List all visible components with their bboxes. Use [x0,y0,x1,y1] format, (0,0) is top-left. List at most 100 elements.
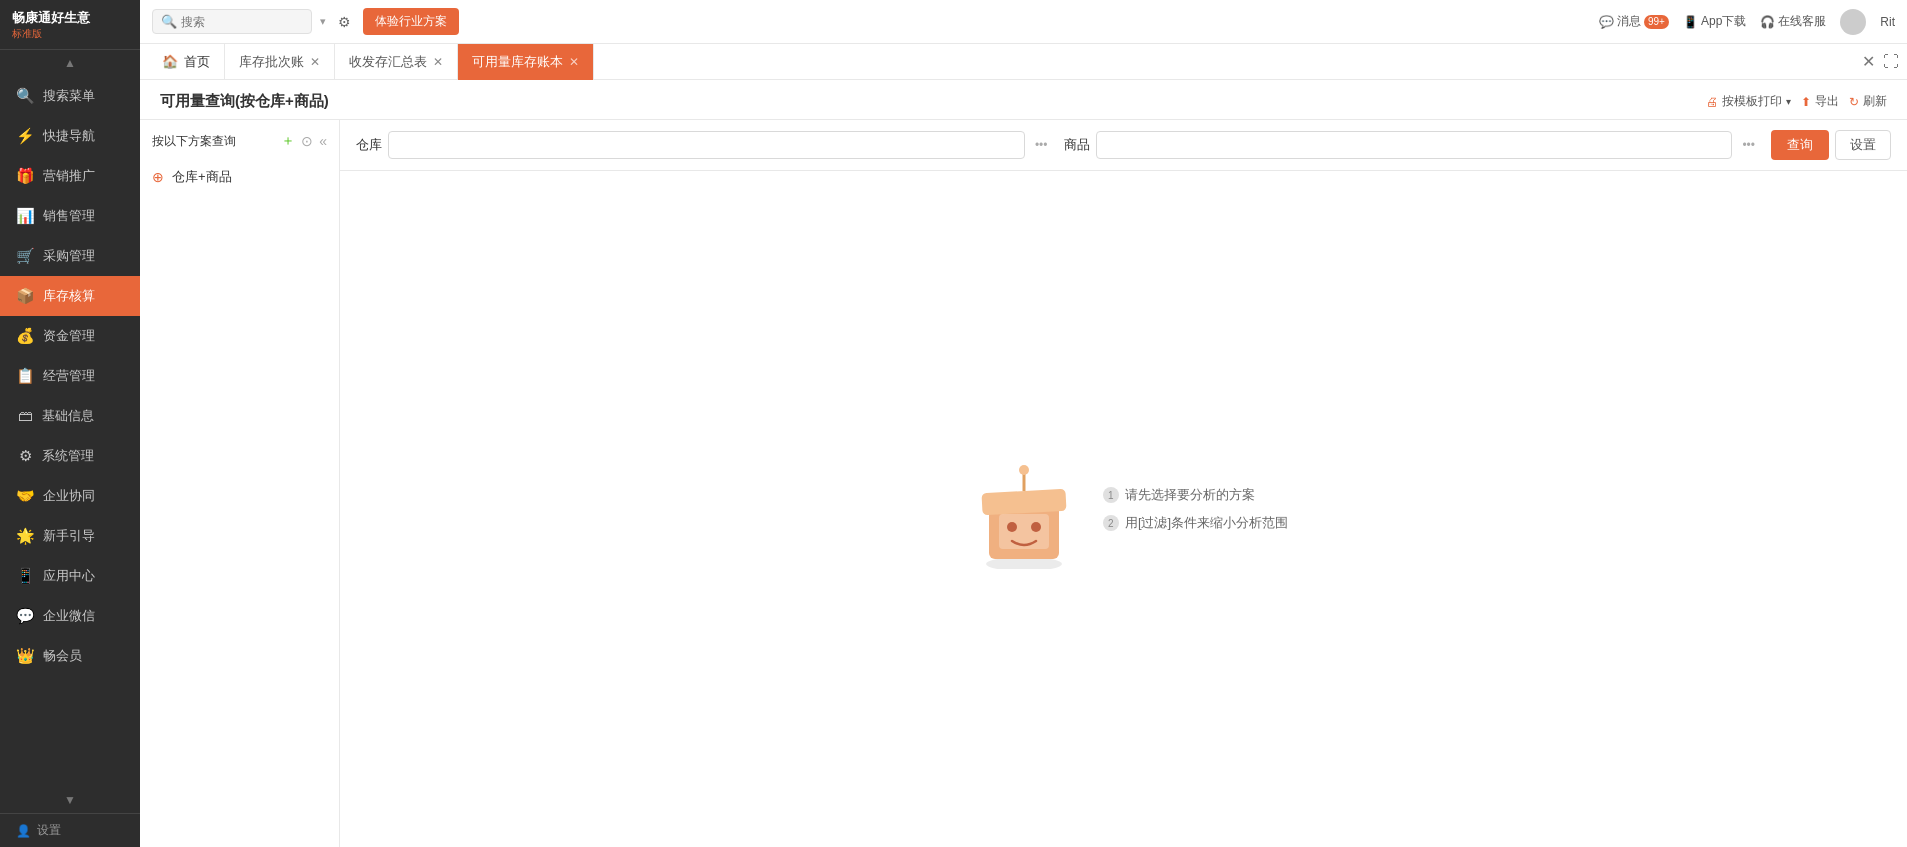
warehouse-field: 仓库 ••• [356,131,1052,159]
app-download-btn[interactable]: 📱 App下载 [1683,13,1746,30]
filter-collapse-btn[interactable]: « [319,133,327,149]
refresh-label: 刷新 [1863,93,1887,110]
search-input[interactable] [181,15,303,29]
sidebar-item-newbie[interactable]: 🌟新手引导 [0,516,140,556]
sidebar-footer-text: 设置 [37,822,61,839]
topbar: 🔍 ▾ ⚙ 体验行业方案 💬 消息 99+ 📱 App下载 🎧 在线客服 Rit [140,0,1907,44]
sidebar-footer-icon: 👤 [16,824,31,838]
sidebar-item-sales[interactable]: 📊销售管理 [0,196,140,236]
setting-btn[interactable]: 设置 [1835,130,1891,160]
sidebar-label-wechat: 企业微信 [43,607,95,625]
tab-available-label: 可用量库存账本 [472,53,563,71]
sidebar-item-finance[interactable]: 💰 资金管理 [0,316,140,356]
sidebar-item-marketing[interactable]: 🎁营销推广 [0,156,140,196]
svg-rect-2 [981,489,1066,515]
username-label[interactable]: Rit [1880,15,1895,29]
svg-point-7 [1019,465,1029,475]
tab-available-close[interactable]: ✕ [569,55,579,69]
tabs-end: ✕ ⛶ [1862,52,1907,71]
product-more-btn[interactable]: ••• [1738,136,1759,154]
tab-home[interactable]: 🏠 首页 [148,44,225,80]
sidebar-item-purchase[interactable]: 🛒采购管理 [0,236,140,276]
app-title: 畅康通好生意 [12,10,128,27]
empty-state: 1 请先选择要分析的方案 2 用[过滤]条件来缩小分析范围 [340,171,1907,847]
headset-icon: 🎧 [1760,15,1775,29]
box-illustration [974,459,1064,549]
filter-item-label: 仓库+商品 [172,168,232,186]
tab-summary[interactable]: 收发存汇总表 ✕ [335,44,458,80]
topbar-search-box[interactable]: 🔍 [152,9,312,34]
page-title: 可用量查询(按仓库+商品) [160,92,329,111]
sidebar-label-nav: 快捷导航 [43,127,95,145]
tab-batch-close[interactable]: ✕ [310,55,320,69]
message-btn[interactable]: 💬 消息 99+ [1599,13,1669,30]
print-icon: 🖨 [1706,95,1718,109]
sidebar: 畅康通好生意 标准版 ▲ 🔍 搜索菜单 ⚡ 快捷导航 🎁营销推广📊销售管理🛒采购管理📦库… [0,0,140,847]
filter-header: 按以下方案查询 ＋ ⊙ « [140,132,339,160]
warehouse-more-btn[interactable]: ••• [1031,136,1052,154]
warehouse-input[interactable] [388,131,1025,159]
query-buttons: 查询 设置 [1771,130,1891,160]
print-chevron-icon: ▾ [1786,96,1791,107]
empty-tips: 1 请先选择要分析的方案 2 用[过滤]条件来缩小分析范围 [1103,486,1288,532]
mobile-icon: 📱 [1683,15,1698,29]
sidebar-label-newbie: 新手引导 [43,527,95,545]
tab-expand-btn[interactable]: ⛶ [1883,53,1899,71]
sidebar-scroll-down[interactable]: ▼ [0,787,140,813]
content-area: 按以下方案查询 ＋ ⊙ « ⊕ 仓库+商品 仓库 ••• [140,120,1907,847]
filter-panel: 按以下方案查询 ＋ ⊙ « ⊕ 仓库+商品 [140,120,340,847]
tab-close-all-btn[interactable]: ✕ [1862,52,1875,71]
sidebar-label-search: 搜索菜单 [43,87,95,105]
sidebar-item-basic[interactable]: 🗃基础信息 [0,396,140,436]
sidebar-scroll-up[interactable]: ▲ [0,50,140,76]
topbar-gear-icon[interactable]: ⚙ [334,12,355,32]
sidebar-item-apps[interactable]: 📱应用中心 [0,556,140,596]
tab-batch[interactable]: 库存批次账 ✕ [225,44,335,80]
app-download-label: App下载 [1701,13,1746,30]
topbar-right: 💬 消息 99+ 📱 App下载 🎧 在线客服 Rit [1599,9,1895,35]
sidebar-nav: 🔍 搜索菜单 ⚡ 快捷导航 🎁营销推广📊销售管理🛒采购管理📦库存核算 💰 资金管理 📋经营管理… [0,76,140,787]
sidebar-item-wechat[interactable]: 💬 企业微信 [0,596,140,636]
search-icon: 🔍 [16,87,35,105]
industry-btn[interactable]: 体验行业方案 [363,8,459,35]
online-service-btn[interactable]: 🎧 在线客服 [1760,13,1826,30]
topbar-chevron-icon[interactable]: ▾ [320,15,326,28]
sidebar-item-search[interactable]: 🔍 搜索菜单 [0,76,140,116]
sidebar-item-operations[interactable]: 📋经营管理 [0,356,140,396]
sidebar-item-nav[interactable]: ⚡ 快捷导航 [0,116,140,156]
filter-header-title: 按以下方案查询 [152,133,236,150]
tab-summary-close[interactable]: ✕ [433,55,443,69]
sidebar-item-system[interactable]: ⚙系统管理 [0,436,140,476]
query-area: 仓库 ••• 商品 ••• 查询 设置 [340,120,1907,847]
sidebar-label-finance: 资金管理 [43,327,95,345]
sidebar-item-member[interactable]: 👑 畅会员 [0,636,140,676]
finance-icon: 💰 [16,327,35,345]
member-icon: 👑 [16,647,35,665]
product-input[interactable] [1096,131,1733,159]
empty-tip-2: 2 用[过滤]条件来缩小分析范围 [1103,514,1288,532]
sidebar-label-member: 畅会员 [43,647,82,665]
filter-header-icons: ＋ ⊙ « [281,132,327,150]
refresh-btn[interactable]: ↻ 刷新 [1849,93,1887,110]
sales-icon: 📊 [16,207,35,225]
export-btn[interactable]: ⬆ 导出 [1801,93,1839,110]
filter-add-btn[interactable]: ＋ [281,132,295,150]
message-badge: 99+ [1644,15,1669,29]
sidebar-label-basic: 基础信息 [42,407,94,425]
wechat-icon: 💬 [16,607,35,625]
warehouse-label: 仓库 [356,136,382,154]
enterprise-icon: 🤝 [16,487,35,505]
print-btn[interactable]: 🖨 按模板打印 ▾ [1706,93,1791,110]
page-actions: 🖨 按模板打印 ▾ ⬆ 导出 ↻ 刷新 [1706,93,1887,110]
sidebar-item-inventory[interactable]: 📦库存核算 [0,276,140,316]
product-field: 商品 ••• [1064,131,1760,159]
app-subtitle: 标准版 [12,27,128,41]
tab-available[interactable]: 可用量库存账本 ✕ [458,44,594,80]
sidebar-item-enterprise[interactable]: 🤝企业协同 [0,476,140,516]
filter-settings-btn[interactable]: ⊙ [301,133,313,149]
refresh-icon: ↻ [1849,95,1859,109]
filter-item-warehouse-product[interactable]: ⊕ 仓库+商品 [140,160,339,194]
inventory-icon: 📦 [16,287,35,305]
query-btn[interactable]: 查询 [1771,130,1829,160]
nav-icon: ⚡ [16,127,35,145]
